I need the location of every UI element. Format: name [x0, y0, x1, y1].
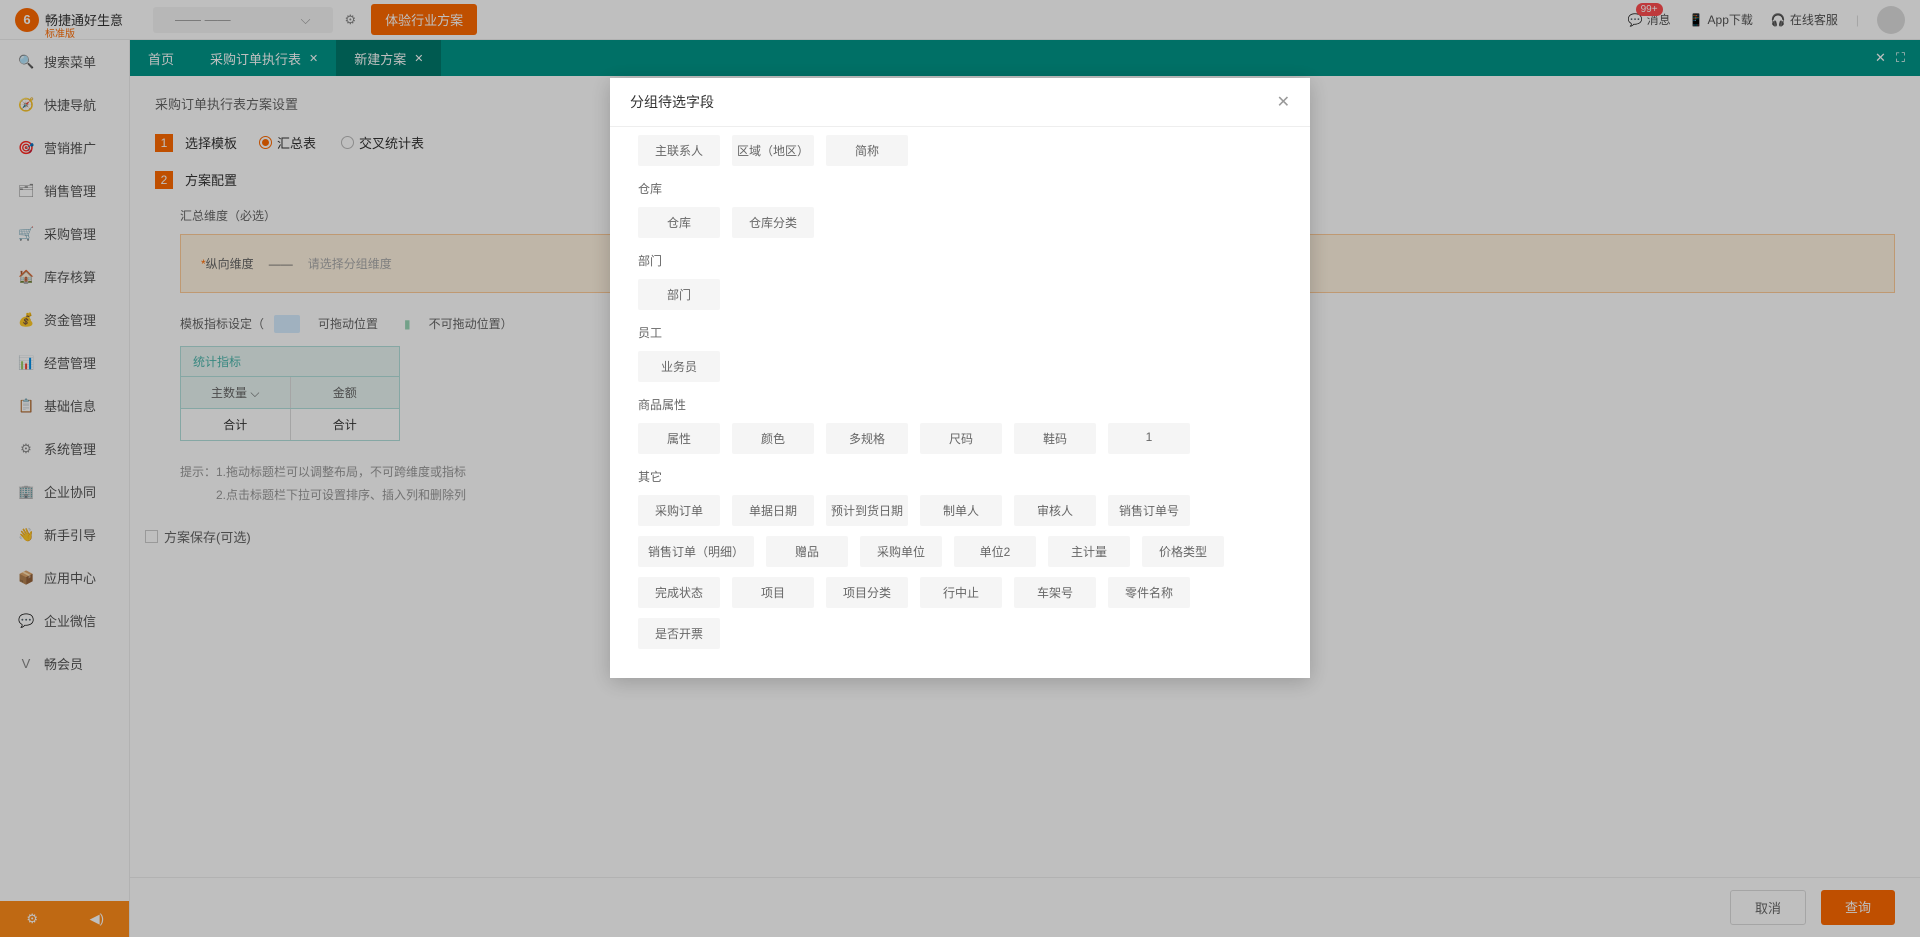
- field-chip[interactable]: 销售订单号: [1108, 495, 1190, 526]
- field-chip[interactable]: 主计量: [1048, 536, 1130, 567]
- field-chip[interactable]: 多规格: [826, 423, 908, 454]
- field-chip[interactable]: 1: [1108, 423, 1190, 454]
- field-chip[interactable]: 价格类型: [1142, 536, 1224, 567]
- field-group-title: 部门: [638, 252, 1282, 269]
- field-chip[interactable]: 简称: [826, 135, 908, 166]
- field-chip[interactable]: 项目: [732, 577, 814, 608]
- field-chip[interactable]: 单位2: [954, 536, 1036, 567]
- field-chip[interactable]: 行中止: [920, 577, 1002, 608]
- field-chip[interactable]: 主联系人: [638, 135, 720, 166]
- field-group: 商品属性属性颜色多规格尺码鞋码 1: [638, 396, 1282, 454]
- field-chip[interactable]: 采购单位: [860, 536, 942, 567]
- group-field-modal: 分组待选字段 ✕ 拣货积分税收分类编码仓库分类主联系人结算单位收付款条件分管人员…: [610, 78, 1310, 678]
- field-group-title: 员工: [638, 324, 1282, 341]
- field-group: 往来单位供应商供应商分类分管部门分管人员付款条件地区主联系人区域（地区）简称: [638, 127, 1282, 166]
- field-chip[interactable]: 仓库: [638, 207, 720, 238]
- modal-title: 分组待选字段: [630, 92, 714, 112]
- field-group-title: 商品属性: [638, 396, 1282, 413]
- field-chip[interactable]: 鞋码: [1014, 423, 1096, 454]
- field-chip[interactable]: 颜色: [732, 423, 814, 454]
- field-chip[interactable]: 区域（地区）: [732, 135, 814, 166]
- field-chip[interactable]: 赠品: [766, 536, 848, 567]
- field-chip[interactable]: 单据日期: [732, 495, 814, 526]
- modal-hscroll[interactable]: [610, 669, 1310, 678]
- field-chip[interactable]: 销售订单（明细）: [638, 536, 754, 567]
- field-group-title: 仓库: [638, 180, 1282, 197]
- field-group: 仓库仓库仓库分类: [638, 180, 1282, 238]
- field-chip[interactable]: 属性: [638, 423, 720, 454]
- field-chip[interactable]: 尺码: [920, 423, 1002, 454]
- field-chip[interactable]: 是否开票: [638, 618, 720, 649]
- field-chip[interactable]: 完成状态: [638, 577, 720, 608]
- field-chip[interactable]: 采购订单: [638, 495, 720, 526]
- field-chip[interactable]: 车架号: [1014, 577, 1096, 608]
- close-icon[interactable]: ✕: [1277, 92, 1290, 112]
- field-chip[interactable]: 项目分类: [826, 577, 908, 608]
- field-chip[interactable]: 业务员: [638, 351, 720, 382]
- field-group: 员工业务员: [638, 324, 1282, 382]
- field-group-title: 其它: [638, 468, 1282, 485]
- field-group: 其它采购订单单据日期预计到货日期制单人审核人销售订单号销售订单（明细） 赠品采购单…: [638, 468, 1282, 649]
- modal-body: 拣货积分税收分类编码仓库分类主联系人结算单位收付款条件分管人员往来单位分类分管部…: [610, 127, 1310, 669]
- field-chip[interactable]: 仓库分类: [732, 207, 814, 238]
- field-chip[interactable]: 部门: [638, 279, 720, 310]
- field-chip[interactable]: 审核人: [1014, 495, 1096, 526]
- modal-header: 分组待选字段 ✕: [610, 78, 1310, 127]
- modal-overlay[interactable]: 分组待选字段 ✕ 拣货积分税收分类编码仓库分类主联系人结算单位收付款条件分管人员…: [0, 0, 1920, 937]
- field-chip[interactable]: 预计到货日期: [826, 495, 908, 526]
- field-group: 部门部门: [638, 252, 1282, 310]
- field-chip[interactable]: 零件名称: [1108, 577, 1190, 608]
- field-chip[interactable]: 制单人: [920, 495, 1002, 526]
